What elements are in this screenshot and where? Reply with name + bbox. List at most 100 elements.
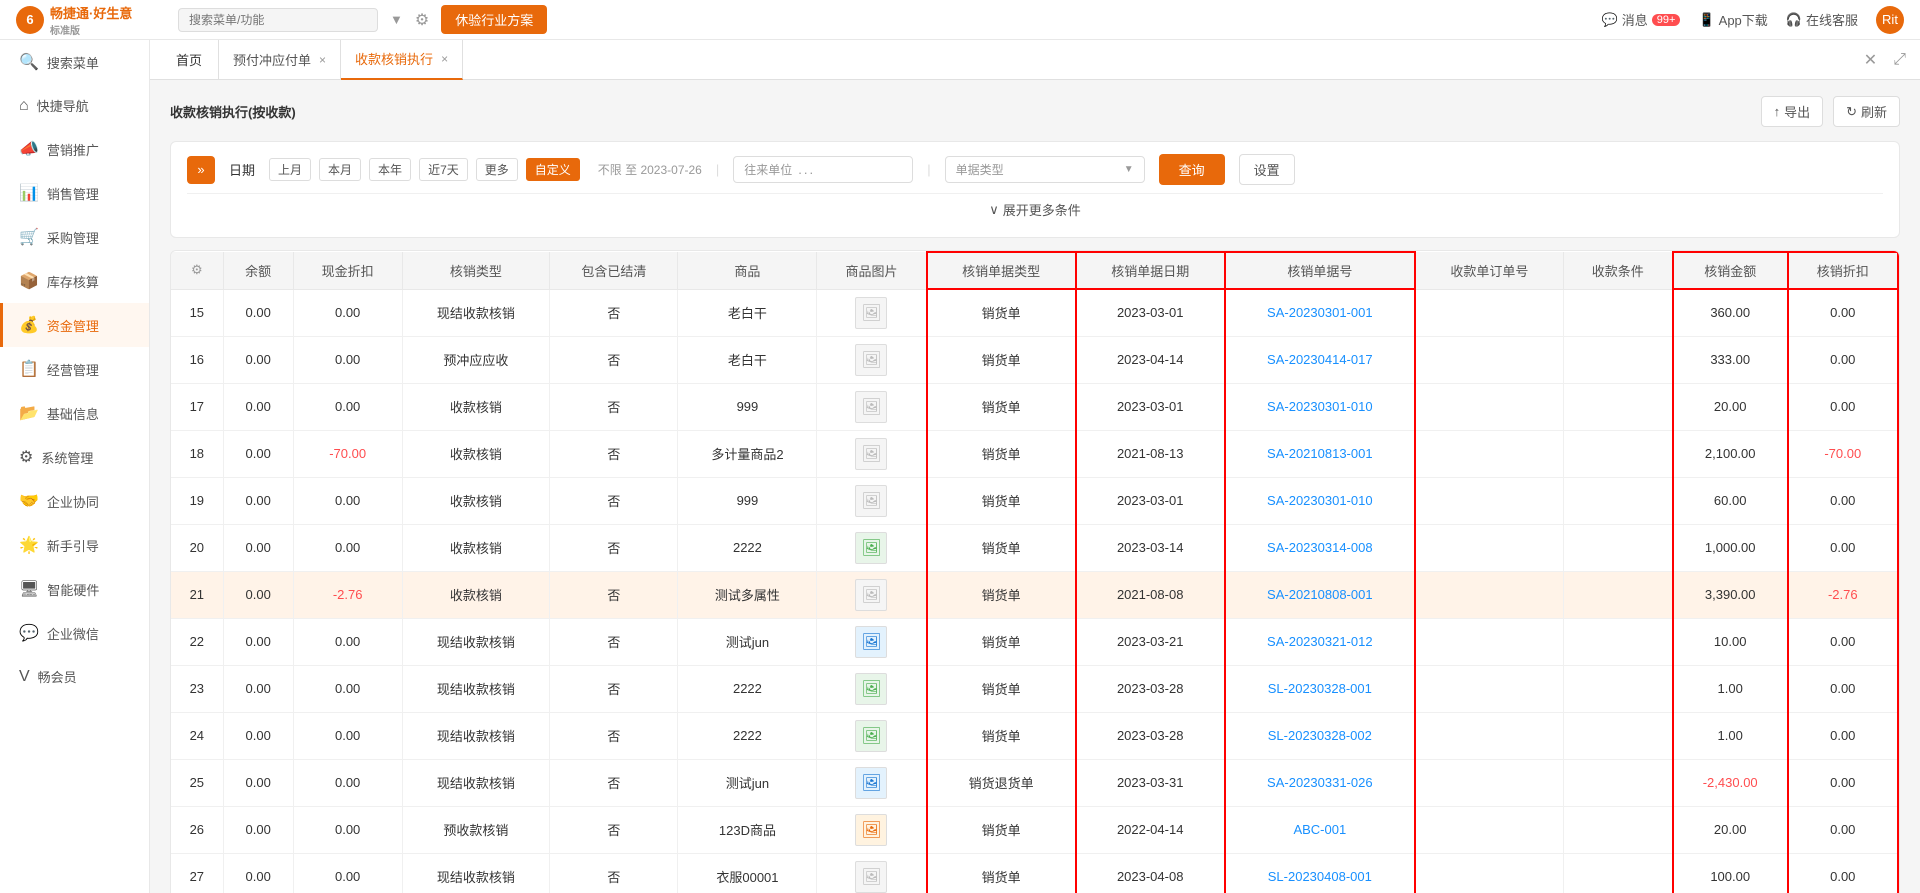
sidebar-item-system[interactable]: ⚙ 系统管理: [0, 435, 149, 479]
cell-no: 26: [171, 806, 223, 853]
search-input[interactable]: [178, 8, 378, 32]
sidebar-item-operations[interactable]: 📋 经营管理: [0, 347, 149, 391]
cell-verify-no[interactable]: SL-20230328-001: [1225, 665, 1415, 712]
cell-cash-discount: 0.00: [293, 477, 402, 524]
industry-btn[interactable]: 休验行业方案: [441, 5, 547, 34]
cell-verify-date: 2023-03-01: [1076, 383, 1225, 430]
sidebar-item-basic[interactable]: 📂 基础信息: [0, 391, 149, 435]
sidebar-item-purchase[interactable]: 🛒 采购管理: [0, 215, 149, 259]
cell-discount: 0.00: [1788, 853, 1898, 893]
cell-goods-img: 🖼: [817, 383, 927, 430]
chevron-down-icon[interactable]: ▼: [390, 12, 403, 27]
sidebar: 🔍 搜索菜单 ⌂ 快捷导航 📣 营销推广 📊 销售管理 🛒 采购管理 📦 库存核…: [0, 40, 150, 893]
sidebar-item-hardware[interactable]: 🖥 智能硬件: [0, 567, 149, 611]
message-btn[interactable]: 💬 消息 99+: [1602, 10, 1681, 29]
verify-no-link[interactable]: SA-20230301-010: [1267, 493, 1373, 508]
cell-verify-no[interactable]: SA-20230331-026: [1225, 759, 1415, 806]
cell-order-no: [1415, 289, 1563, 336]
expand-more-btn[interactable]: ∨ 展开更多条件: [187, 193, 1883, 225]
tab-home[interactable]: 首页: [160, 40, 219, 80]
setting-btn[interactable]: 设置: [1239, 154, 1295, 185]
verify-no-link[interactable]: SA-20210813-001: [1267, 446, 1373, 461]
cell-discount: 0.00: [1788, 712, 1898, 759]
th-settings[interactable]: ⚙: [171, 252, 223, 289]
goods-image: 🖼: [855, 579, 887, 611]
sidebar-item-inventory[interactable]: 📦 库存核算: [0, 259, 149, 303]
sidebar-item-search[interactable]: 🔍 搜索菜单: [0, 40, 149, 84]
hardware-icon: 🖥: [19, 579, 39, 599]
cell-verify-no[interactable]: SA-20230301-010: [1225, 477, 1415, 524]
filter-divider-1: |: [716, 162, 719, 177]
date-more-btn[interactable]: 更多: [476, 158, 518, 181]
date-last-month-btn[interactable]: 上月: [269, 158, 311, 181]
cell-verify-no[interactable]: SA-20230314-008: [1225, 524, 1415, 571]
verify-no-link[interactable]: SA-20230321-012: [1267, 634, 1373, 649]
cell-verify-no[interactable]: SA-20230301-001: [1225, 289, 1415, 336]
tab-verify[interactable]: 收款核销执行 ×: [341, 40, 463, 80]
sidebar-item-label: 快捷导航: [37, 96, 89, 115]
sidebar-item-enterprise[interactable]: 🤝 企业协同: [0, 479, 149, 523]
cell-verify-no[interactable]: SL-20230408-001: [1225, 853, 1415, 893]
order-type-select[interactable]: 单据类型 ▼: [945, 156, 1145, 183]
verify-no-link[interactable]: SA-20230301-010: [1267, 399, 1373, 414]
cell-no: 17: [171, 383, 223, 430]
cell-goods: 2222: [678, 712, 817, 759]
cell-verify-no[interactable]: ABC-001: [1225, 806, 1415, 853]
sidebar-item-sales[interactable]: 📊 销售管理: [0, 171, 149, 215]
verify-no-link[interactable]: SA-20230414-017: [1267, 352, 1373, 367]
verify-no-link[interactable]: SL-20230328-001: [1268, 681, 1372, 696]
from-unit-label: 往来单位: [744, 161, 792, 178]
date-this-month-btn[interactable]: 本月: [319, 158, 361, 181]
sidebar-item-quick-nav[interactable]: ⌂ 快捷导航: [0, 84, 149, 127]
online-service-btn[interactable]: 🎧 在线客服: [1786, 10, 1858, 29]
cell-goods: 999: [678, 477, 817, 524]
date-custom-btn[interactable]: 自定义: [526, 158, 580, 181]
verify-no-link[interactable]: ABC-001: [1293, 822, 1346, 837]
verify-no-link[interactable]: SA-20210808-001: [1267, 587, 1373, 602]
verify-no-link[interactable]: SL-20230408-001: [1268, 869, 1372, 884]
close-window-icon[interactable]: ✕: [1860, 50, 1881, 70]
avatar[interactable]: Rit: [1876, 6, 1904, 34]
date-this-year-btn[interactable]: 本年: [369, 158, 411, 181]
cell-verify-no[interactable]: SA-20230321-012: [1225, 618, 1415, 665]
cell-verify-no[interactable]: SA-20210808-001: [1225, 571, 1415, 618]
table-header-row: ⚙ 余额 现金折扣 核销类型 包含已结清 商品 商品图片 核销单据类型 核销单据…: [171, 252, 1898, 289]
refresh-btn[interactable]: ↻ 刷新: [1833, 96, 1900, 127]
export-btn[interactable]: ↑ 导出: [1761, 96, 1824, 127]
search-btn[interactable]: 查询: [1159, 154, 1225, 185]
from-unit-field[interactable]: 往来单位 ...: [733, 156, 913, 183]
sidebar-item-finance[interactable]: 💰 资金管理: [0, 303, 149, 347]
cell-order-no: [1415, 336, 1563, 383]
verify-no-link[interactable]: SA-20230314-008: [1267, 540, 1373, 555]
verify-no-link[interactable]: SA-20230331-026: [1267, 775, 1373, 790]
sidebar-item-marketing[interactable]: 📣 营销推广: [0, 127, 149, 171]
sidebar-item-wechat[interactable]: 💬 企业微信: [0, 611, 149, 655]
cell-verify-no[interactable]: SL-20230328-002: [1225, 712, 1415, 759]
settings-icon[interactable]: ⚙: [191, 262, 203, 277]
filter-expand-btn[interactable]: »: [187, 156, 215, 184]
maximize-icon[interactable]: ⤢: [1889, 51, 1910, 69]
gear-icon[interactable]: ⚙: [415, 10, 429, 30]
tab-close-icon[interactable]: ×: [319, 53, 326, 67]
verify-no-link[interactable]: SA-20230301-001: [1267, 305, 1373, 320]
table-row: 21 0.00 -2.76 收款核销 否 测试多属性 🖼 销货单 2021-08…: [171, 571, 1898, 618]
cell-verify-no[interactable]: SA-20230414-017: [1225, 336, 1415, 383]
cell-balance: 0.00: [223, 759, 293, 806]
date-7days-btn[interactable]: 近7天: [419, 158, 468, 181]
cell-type: 现结收款核销: [402, 853, 550, 893]
tab-bar-actions: ✕ ⤢: [1860, 50, 1910, 70]
cell-verify-no[interactable]: SA-20230301-010: [1225, 383, 1415, 430]
cell-no: 19: [171, 477, 223, 524]
cell-cash-discount: 0.00: [293, 524, 402, 571]
cell-settled: 否: [550, 477, 678, 524]
sidebar-item-newbie[interactable]: 🌟 新手引导: [0, 523, 149, 567]
cell-type: 现结收款核销: [402, 665, 550, 712]
cell-discount: 0.00: [1788, 477, 1898, 524]
sidebar-item-member[interactable]: V 畅会员: [0, 655, 149, 698]
verify-no-link[interactable]: SL-20230328-002: [1268, 728, 1372, 743]
cell-verify-type: 销货单: [927, 524, 1076, 571]
tab-close-icon-2[interactable]: ×: [441, 52, 448, 66]
tab-prepaid[interactable]: 预付冲应付单 ×: [219, 40, 341, 80]
app-download-btn[interactable]: 📱 App下载: [1698, 10, 1767, 29]
cell-verify-no[interactable]: SA-20210813-001: [1225, 430, 1415, 477]
